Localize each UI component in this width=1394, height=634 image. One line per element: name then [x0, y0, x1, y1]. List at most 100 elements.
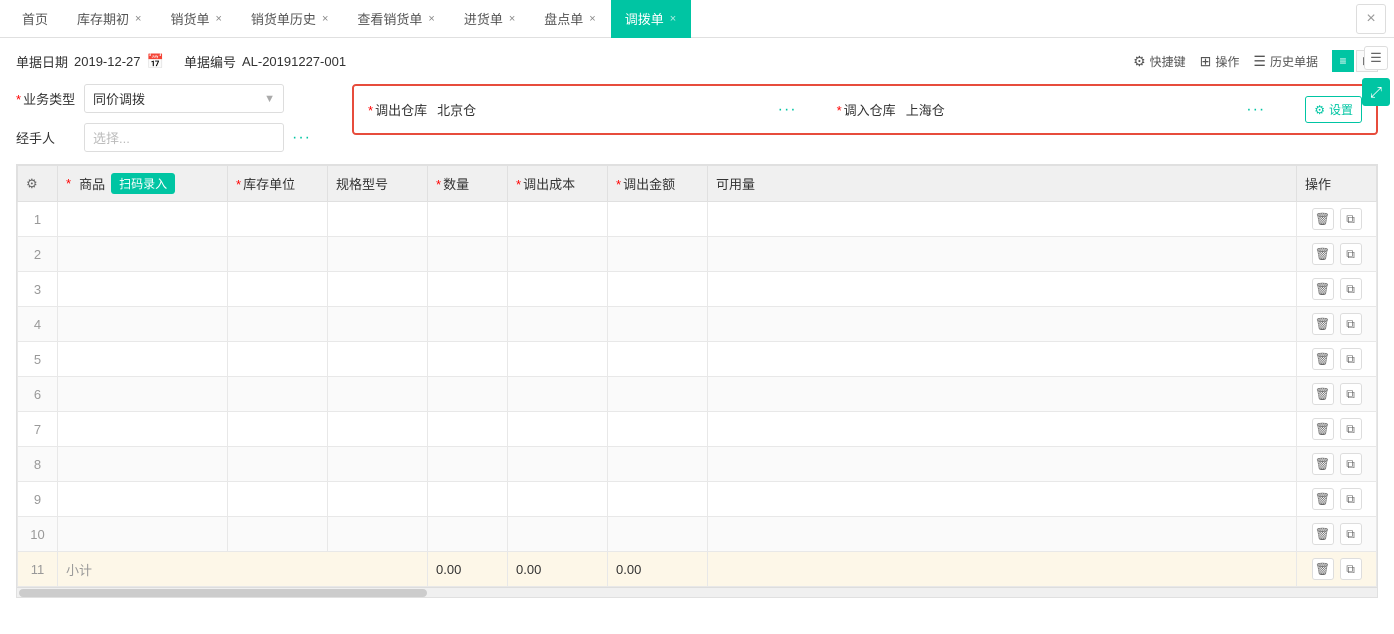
qty-cell[interactable]: [428, 377, 508, 412]
amount-cell[interactable]: [608, 482, 708, 517]
source-warehouse-value[interactable]: 北京仓: [437, 100, 768, 119]
unit-cell[interactable]: [228, 272, 328, 307]
handler-more-button[interactable]: ···: [292, 129, 311, 147]
available-cell[interactable]: [708, 517, 1297, 552]
cost-cell[interactable]: [508, 237, 608, 272]
qty-cell[interactable]: [428, 237, 508, 272]
unit-cell[interactable]: [228, 482, 328, 517]
table-scrollbar[interactable]: [17, 587, 1377, 597]
tab-sales-order[interactable]: 销货单 ×: [156, 0, 236, 38]
delete-row-button[interactable]: 🗑: [1312, 383, 1334, 405]
operation-button[interactable]: ⊞ 操作: [1200, 53, 1240, 70]
tab-inventory-check-close[interactable]: ×: [589, 13, 595, 25]
product-cell[interactable]: [58, 202, 228, 237]
sidebar-expand-icon[interactable]: ⤢: [1362, 78, 1390, 106]
available-cell[interactable]: [708, 342, 1297, 377]
product-cell[interactable]: [58, 447, 228, 482]
settings-button[interactable]: ⚙ 设置: [1305, 96, 1362, 123]
unit-cell[interactable]: [228, 447, 328, 482]
product-cell[interactable]: [58, 342, 228, 377]
delete-row-button[interactable]: 🗑: [1312, 313, 1334, 335]
spec-cell[interactable]: [328, 307, 428, 342]
table-scrollbar-thumb[interactable]: [19, 589, 427, 597]
tab-purchase-order[interactable]: 进货单 ×: [450, 0, 530, 38]
doc-date-value[interactable]: 2019-12-27: [74, 54, 141, 69]
copy-row-button[interactable]: ⧉: [1340, 243, 1362, 265]
amount-cell[interactable]: [608, 307, 708, 342]
available-cell[interactable]: [708, 482, 1297, 517]
available-cell[interactable]: [708, 237, 1297, 272]
tab-purchase-order-close[interactable]: ×: [509, 13, 515, 25]
copy-row-button[interactable]: ⧉: [1340, 418, 1362, 440]
target-warehouse-value[interactable]: 上海仓: [906, 100, 1237, 119]
tab-view-sales-close[interactable]: ×: [428, 13, 434, 25]
business-type-select[interactable]: 同价调拨 ▼: [84, 84, 284, 113]
tab-sales-history[interactable]: 销货单历史 ×: [237, 0, 343, 38]
target-warehouse-more-button[interactable]: ···: [1246, 101, 1265, 119]
qty-cell[interactable]: [428, 307, 508, 342]
qty-cell[interactable]: [428, 202, 508, 237]
layout-list-button[interactable]: ≡: [1332, 50, 1354, 72]
unit-cell[interactable]: [228, 237, 328, 272]
copy-row-button[interactable]: ⧉: [1340, 348, 1362, 370]
tab-home[interactable]: 首页: [8, 0, 63, 38]
tab-view-sales[interactable]: 查看销货单 ×: [343, 0, 449, 38]
product-cell[interactable]: [58, 307, 228, 342]
tab-sales-order-close[interactable]: ×: [215, 13, 221, 25]
delete-row-button[interactable]: 🗑: [1312, 243, 1334, 265]
amount-cell[interactable]: [608, 377, 708, 412]
delete-row-button[interactable]: 🗑: [1312, 418, 1334, 440]
copy-row-button[interactable]: ⧉: [1340, 383, 1362, 405]
window-close-button[interactable]: ×: [1356, 4, 1386, 34]
delete-row-button[interactable]: 🗑: [1312, 558, 1334, 580]
amount-cell[interactable]: [608, 272, 708, 307]
available-cell[interactable]: [708, 447, 1297, 482]
th-settings[interactable]: ⚙: [18, 166, 58, 202]
copy-row-button[interactable]: ⧉: [1340, 558, 1362, 580]
unit-cell[interactable]: [228, 342, 328, 377]
cost-cell[interactable]: [508, 412, 608, 447]
unit-cell[interactable]: [228, 517, 328, 552]
calendar-icon[interactable]: 📅: [147, 53, 164, 70]
sidebar-doc-icon[interactable]: ☰: [1364, 46, 1388, 70]
cost-cell[interactable]: [508, 342, 608, 377]
tab-transfer-order[interactable]: 调拨单 ×: [611, 0, 691, 38]
product-cell[interactable]: [58, 412, 228, 447]
table-gear-icon[interactable]: ⚙: [26, 176, 38, 191]
delete-row-button[interactable]: 🗑: [1312, 453, 1334, 475]
cost-cell[interactable]: [508, 307, 608, 342]
tab-inventory-init[interactable]: 库存期初 ×: [63, 0, 156, 38]
source-warehouse-more-button[interactable]: ···: [778, 101, 797, 119]
cost-cell[interactable]: [508, 447, 608, 482]
unit-cell[interactable]: [228, 307, 328, 342]
tab-inventory-init-close[interactable]: ×: [135, 13, 141, 25]
available-cell[interactable]: [708, 202, 1297, 237]
delete-row-button[interactable]: 🗑: [1312, 208, 1334, 230]
handler-select[interactable]: 选择...: [84, 123, 284, 152]
amount-cell[interactable]: [608, 342, 708, 377]
delete-row-button[interactable]: 🗑: [1312, 348, 1334, 370]
cost-cell[interactable]: [508, 377, 608, 412]
amount-cell[interactable]: [608, 412, 708, 447]
tab-sales-history-close[interactable]: ×: [322, 13, 328, 25]
spec-cell[interactable]: [328, 342, 428, 377]
scan-barcode-button[interactable]: 扫码录入: [111, 173, 175, 194]
copy-row-button[interactable]: ⧉: [1340, 488, 1362, 510]
amount-cell[interactable]: [608, 202, 708, 237]
qty-cell[interactable]: [428, 272, 508, 307]
product-cell[interactable]: [58, 482, 228, 517]
copy-row-button[interactable]: ⧉: [1340, 208, 1362, 230]
delete-row-button[interactable]: 🗑: [1312, 488, 1334, 510]
product-cell[interactable]: [58, 272, 228, 307]
copy-row-button[interactable]: ⧉: [1340, 523, 1362, 545]
available-cell[interactable]: [708, 412, 1297, 447]
history-button[interactable]: ☰ 历史单据: [1253, 53, 1318, 70]
unit-cell[interactable]: [228, 377, 328, 412]
spec-cell[interactable]: [328, 237, 428, 272]
unit-cell[interactable]: [228, 202, 328, 237]
unit-cell[interactable]: [228, 412, 328, 447]
qty-cell[interactable]: [428, 482, 508, 517]
delete-row-button[interactable]: 🗑: [1312, 278, 1334, 300]
spec-cell[interactable]: [328, 412, 428, 447]
spec-cell[interactable]: [328, 272, 428, 307]
